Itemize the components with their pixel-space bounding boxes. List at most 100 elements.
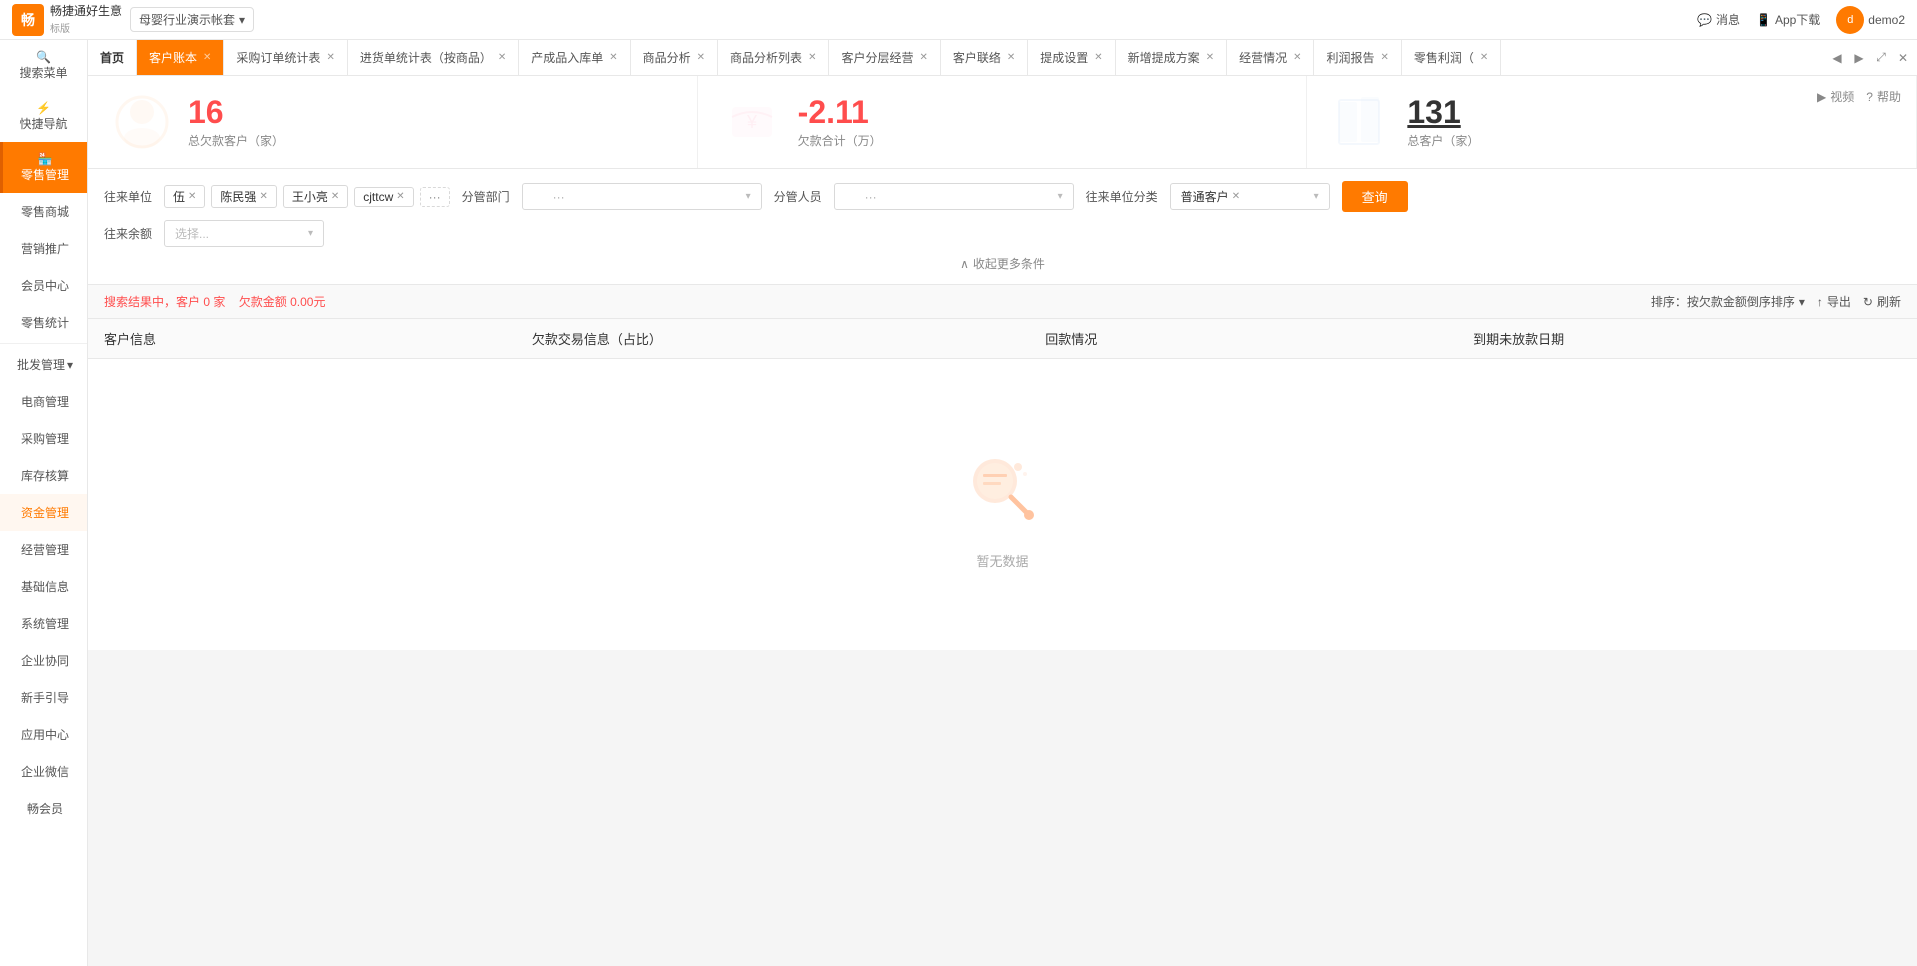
sidebar-item-capital-mgmt[interactable]: 资金管理 bbox=[0, 494, 87, 531]
sidebar-item-operations-mgmt[interactable]: 经营管理 bbox=[0, 531, 87, 568]
tab-retail-profit[interactable]: 零售利润（ ✕ bbox=[1402, 40, 1501, 76]
tab-next-button[interactable]: ▶ bbox=[1849, 48, 1869, 68]
sidebar-item-app-center[interactable]: 应用中心 bbox=[0, 716, 87, 753]
video-help-button[interactable]: ▶ 视频 bbox=[1817, 88, 1854, 105]
tab-close-customer-contact[interactable]: ✕ bbox=[1007, 52, 1015, 63]
stat-customers-label: 总欠款客户（家） bbox=[188, 132, 284, 149]
filter-tag-4[interactable]: cjttcw ✕ bbox=[354, 187, 413, 207]
stat-icon-total-customers bbox=[1331, 92, 1391, 152]
filter-tag-1-close[interactable]: ✕ bbox=[188, 191, 196, 202]
sidebar-item-new-guide[interactable]: 新手引导 bbox=[0, 679, 87, 716]
tab-close-new-achievement-plan[interactable]: ✕ bbox=[1206, 52, 1214, 63]
results-actions: 排序：按欠款金额倒序排序 ▾ ↑ 导出 ↻ 刷新 bbox=[1651, 293, 1901, 310]
sidebar-item-basic-info[interactable]: 基础信息 bbox=[0, 568, 87, 605]
tab-customer-contact[interactable]: 客户联络 ✕ bbox=[941, 40, 1028, 76]
logo-sub: 标版 bbox=[50, 20, 122, 35]
tab-operations-status[interactable]: 经营情况 ✕ bbox=[1227, 40, 1314, 76]
top-bar-left: 畅 畅捷通好生意 标版 母婴行业演示帐套 ▾ bbox=[12, 4, 254, 36]
stats-bar: 16 总欠款客户（家） ¥ -2.11 欠款合计（万） bbox=[88, 76, 1917, 169]
filter-unit-class-tag: 普通客户 ✕ bbox=[1181, 188, 1240, 205]
tab-purchase-order-stats[interactable]: 采购订单统计表 ✕ bbox=[224, 40, 347, 76]
tab-new-achievement-plan[interactable]: 新增提成方案 ✕ bbox=[1116, 40, 1227, 76]
sidebar-item-marketing[interactable]: 营销推广 bbox=[0, 230, 87, 267]
tab-product-analysis-list[interactable]: 商品分析列表 ✕ bbox=[718, 40, 829, 76]
query-button[interactable]: 查询 bbox=[1342, 181, 1408, 212]
tab-customer-accounts[interactable]: 客户账本 ✕ bbox=[137, 40, 224, 76]
tab-nav-buttons: ◀ ▶ ⤢ ✕ bbox=[1823, 48, 1917, 68]
app-download-button[interactable]: 📱 App下载 bbox=[1756, 11, 1820, 28]
top-bar: 畅 畅捷通好生意 标版 母婴行业演示帐套 ▾ 💬 消息 📱 App下载 d de… bbox=[0, 0, 1917, 40]
tab-close-product-analysis-list[interactable]: ✕ bbox=[808, 52, 816, 63]
sidebar-search[interactable]: 🔍 搜索菜单 bbox=[0, 40, 87, 91]
filter-dept-dots[interactable]: ··· bbox=[549, 190, 569, 204]
sidebar-item-retail-mgmt[interactable]: 🏪 零售管理 bbox=[0, 142, 87, 193]
sidebar-item-vip-member[interactable]: 畅会员 bbox=[0, 790, 87, 827]
sidebar-item-ecommerce[interactable]: 电商管理 bbox=[0, 383, 87, 420]
tab-close-customer-tier-ops[interactable]: ✕ bbox=[919, 52, 927, 63]
tab-close-purchase-stats-by-product[interactable]: ✕ bbox=[498, 52, 506, 63]
user-profile[interactable]: d demo2 bbox=[1836, 6, 1905, 34]
tab-close-reminder-settings[interactable]: ✕ bbox=[1094, 52, 1102, 63]
filter-person-dots[interactable]: ··· bbox=[861, 190, 881, 204]
sidebar-item-purchase-mgmt[interactable]: 采购管理 bbox=[0, 420, 87, 457]
account-selector[interactable]: 母婴行业演示帐套 ▾ bbox=[130, 7, 254, 32]
filter-tag-more[interactable]: ··· bbox=[420, 187, 450, 207]
filter-tag-2[interactable]: 陈民强 ✕ bbox=[211, 185, 276, 208]
tab-customer-tier-ops[interactable]: 客户分层经营 ✕ bbox=[829, 40, 940, 76]
filter-tag-3-close[interactable]: ✕ bbox=[331, 191, 339, 202]
tab-close-retail-profit[interactable]: ✕ bbox=[1480, 52, 1488, 63]
tab-close-profit-report[interactable]: ✕ bbox=[1381, 52, 1389, 63]
tab-prev-button[interactable]: ◀ bbox=[1827, 48, 1847, 68]
tab-close-purchase-order-stats[interactable]: ✕ bbox=[326, 52, 334, 63]
filter-tag-2-close[interactable]: ✕ bbox=[259, 191, 267, 202]
tab-cost-in-single[interactable]: 产成品入库单 ✕ bbox=[519, 40, 630, 76]
sidebar-item-member-center[interactable]: 会员中心 bbox=[0, 267, 87, 304]
export-icon: ↑ bbox=[1817, 295, 1823, 309]
tab-reminder-settings[interactable]: 提成设置 ✕ bbox=[1028, 40, 1115, 76]
sidebar-item-enterprise-coop[interactable]: 企业协同 bbox=[0, 642, 87, 679]
filter-dept-label: 分管部门 bbox=[462, 188, 510, 205]
sort-select[interactable]: 排序：按欠款金额倒序排序 ▾ bbox=[1651, 293, 1805, 310]
empty-state-text: 暂无数据 bbox=[976, 551, 1028, 570]
sidebar-item-enterprise-wechat[interactable]: 企业微信 bbox=[0, 753, 87, 790]
tab-home[interactable]: 首页 bbox=[88, 40, 137, 76]
tab-product-analysis[interactable]: 商品分析 ✕ bbox=[631, 40, 718, 76]
stat-icon-customers bbox=[112, 92, 172, 152]
collapse-button[interactable]: ∧ 收起更多条件 bbox=[104, 255, 1901, 272]
filter-tag-4-close[interactable]: ✕ bbox=[396, 191, 404, 202]
sidebar-quick-nav[interactable]: ⚡ 快捷导航 bbox=[0, 91, 87, 142]
filter-dept-select[interactable]: ··· ▾ bbox=[522, 183, 762, 210]
filter-area: 往来单位 伍 ✕ 陈民强 ✕ 王小亮 ✕ bbox=[88, 169, 1917, 285]
tab-close-customer-accounts[interactable]: ✕ bbox=[203, 52, 211, 63]
message-button[interactable]: 💬 消息 bbox=[1697, 11, 1740, 28]
export-button[interactable]: ↑ 导出 bbox=[1817, 293, 1851, 310]
tab-purchase-stats-by-product[interactable]: 进货单统计表（按商品） ✕ bbox=[348, 40, 519, 76]
sidebar: 🔍 搜索菜单 ⚡ 快捷导航 🏪 零售管理 零售商城 营销推广 会员中心 零售统计… bbox=[0, 40, 88, 966]
tab-profit-report[interactable]: 利润报告 ✕ bbox=[1314, 40, 1401, 76]
filter-tag-1[interactable]: 伍 ✕ bbox=[164, 185, 205, 208]
sort-label: 排序：按欠款金额倒序排序 bbox=[1651, 293, 1795, 310]
download-icon: 📱 bbox=[1756, 13, 1771, 27]
filter-row-2: 往来余额 选择... ▾ bbox=[104, 220, 1901, 247]
sidebar-item-retail-stats[interactable]: 零售统计 bbox=[0, 304, 87, 341]
tab-close-all-button[interactable]: ✕ bbox=[1893, 48, 1913, 68]
tab-expand-button[interactable]: ⤢ bbox=[1871, 48, 1891, 68]
sidebar-item-inventory[interactable]: 库存核算 bbox=[0, 457, 87, 494]
sidebar-item-system-mgmt[interactable]: 系统管理 bbox=[0, 605, 87, 642]
stat-icon-debt: ¥ bbox=[722, 92, 782, 152]
filter-unit-class-select[interactable]: 普通客户 ✕ ▾ bbox=[1170, 183, 1330, 210]
tab-close-product-analysis[interactable]: ✕ bbox=[697, 52, 705, 63]
filter-person-select[interactable]: ··· ▾ bbox=[834, 183, 1074, 210]
sidebar-item-retail-mall[interactable]: 零售商城 bbox=[0, 193, 87, 230]
filter-unit-class-tag-close[interactable]: ✕ bbox=[1232, 191, 1240, 202]
tab-close-cost-in-single[interactable]: ✕ bbox=[609, 52, 617, 63]
sidebar-item-wholesale-mgmt[interactable]: 批发管理 ▾ bbox=[0, 346, 87, 383]
refresh-button[interactable]: ↻ 刷新 bbox=[1863, 293, 1901, 310]
filter-balance-select[interactable]: 选择... ▾ bbox=[164, 220, 324, 247]
filter-tag-3[interactable]: 王小亮 ✕ bbox=[283, 185, 348, 208]
dept-chevron-down-icon: ▾ bbox=[746, 191, 751, 202]
help-button[interactable]: ? 帮助 bbox=[1866, 88, 1901, 105]
stat-help-buttons: ▶ 视频 ? 帮助 bbox=[1817, 88, 1901, 105]
results-bar: 搜索结果中，客户 0 家 欠款金额 0.00元 排序：按欠款金额倒序排序 ▾ ↑… bbox=[88, 285, 1917, 319]
tab-close-operations-status[interactable]: ✕ bbox=[1293, 52, 1301, 63]
